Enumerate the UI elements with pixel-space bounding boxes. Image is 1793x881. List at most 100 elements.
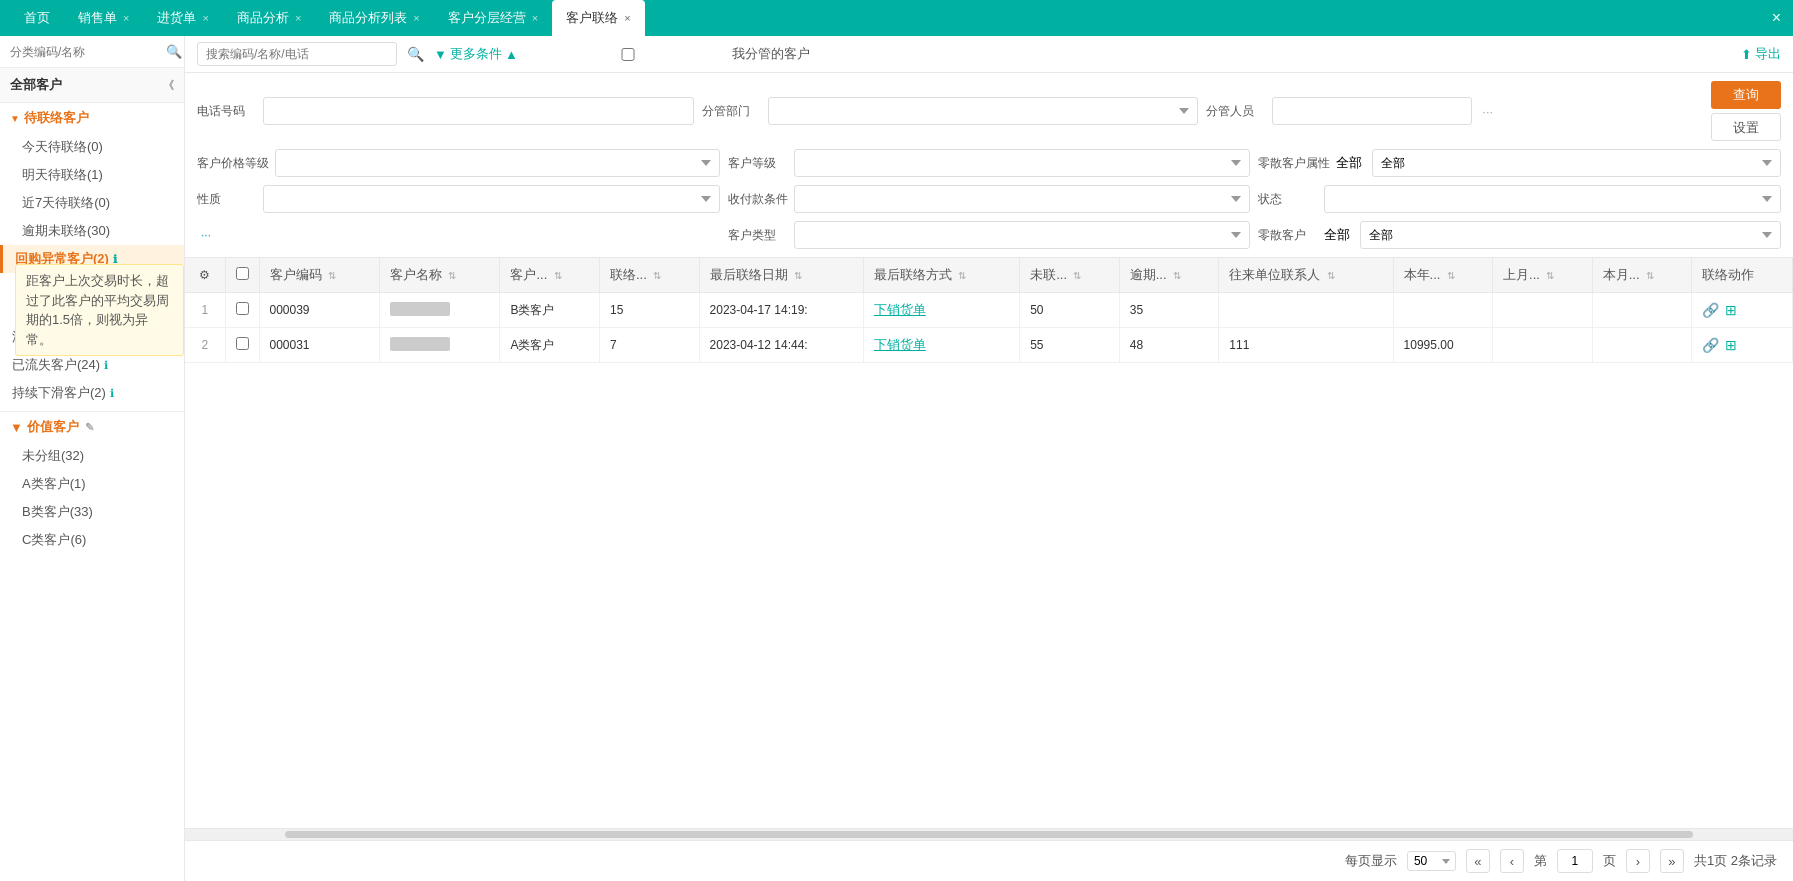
col-code: 客户编码 ⇅ bbox=[259, 258, 379, 293]
horizontal-scrollbar[interactable] bbox=[185, 828, 1793, 840]
row-level-1: B类客户 bbox=[500, 293, 600, 328]
row-method-2[interactable]: 下销货单 bbox=[863, 328, 1019, 363]
my-customers-checkbox[interactable] bbox=[528, 48, 728, 61]
nav-customer-tier[interactable]: 客户分层经营 × bbox=[434, 0, 552, 36]
data-table-container: ⚙ 客户编码 ⇅ 客户名称 ⇅ 客户... bbox=[185, 258, 1793, 828]
sidebar-item-today[interactable]: 今天待联络(0) bbox=[0, 133, 184, 161]
sidebar-search-input[interactable] bbox=[10, 45, 160, 59]
export-button[interactable]: ⬆ 导出 bbox=[1741, 45, 1781, 63]
value-customers-group[interactable]: ▼ 价值客户 ✎ bbox=[0, 411, 184, 442]
nature-select[interactable] bbox=[263, 185, 720, 213]
grid-action-icon-2[interactable]: ⊞ bbox=[1725, 337, 1737, 353]
nav-analysis-list[interactable]: 商品分析列表 × bbox=[315, 0, 433, 36]
col-action: 联络动作 bbox=[1692, 258, 1793, 293]
manager-input[interactable] bbox=[1272, 97, 1472, 125]
sort-overdue-icon[interactable]: ⇅ bbox=[1173, 270, 1181, 281]
sidebar-item-7days[interactable]: 近7天待联络(0) bbox=[0, 189, 184, 217]
payment-select[interactable] bbox=[794, 185, 1251, 213]
row-checkbox-2[interactable] bbox=[225, 328, 259, 363]
nav-sales[interactable]: 销售单 × bbox=[64, 0, 143, 36]
search-input[interactable] bbox=[197, 42, 397, 66]
col-contact-count: 联络... ⇅ bbox=[600, 258, 700, 293]
all-customers-header[interactable]: 全部客户 《 bbox=[0, 68, 184, 103]
nav-customer-tier-close[interactable]: × bbox=[532, 12, 538, 24]
select-all-checkbox[interactable] bbox=[236, 267, 249, 280]
price-level-select[interactable] bbox=[275, 149, 720, 177]
nav-customer-contact-label: 客户联络 bbox=[566, 9, 618, 27]
retail-attr-field: 零散客户属性 全部 全部 bbox=[1258, 149, 1781, 177]
sidebar-item-overdue[interactable]: 逾期未联络(30) bbox=[0, 217, 184, 245]
col-level: 客户... ⇅ bbox=[500, 258, 600, 293]
sort-last-month-icon[interactable]: ⇅ bbox=[1546, 270, 1554, 281]
dept-select[interactable] bbox=[768, 97, 1199, 125]
sidebar-search-icon[interactable]: 🔍 bbox=[166, 44, 182, 59]
more-conditions-button[interactable]: ▼ 更多条件 ▲ bbox=[434, 45, 518, 63]
sort-uncontacted-icon[interactable]: ⇅ bbox=[1073, 270, 1081, 281]
last-page-button[interactable]: » bbox=[1660, 849, 1684, 873]
sort-level-icon[interactable]: ⇅ bbox=[554, 270, 562, 281]
sort-contact-icon[interactable]: ⇅ bbox=[653, 270, 661, 281]
sort-company-icon[interactable]: ⇅ bbox=[1327, 270, 1335, 281]
query-button[interactable]: 查询 bbox=[1711, 81, 1781, 109]
nav-analysis[interactable]: 商品分析 × bbox=[223, 0, 315, 36]
row-action-1: 🔗 ⊞ bbox=[1692, 293, 1793, 328]
sort-name-icon[interactable]: ⇅ bbox=[448, 270, 456, 281]
method-link-2[interactable]: 下销货单 bbox=[874, 337, 926, 352]
pending-contact-group[interactable]: ▼ 待联络客户 bbox=[0, 103, 184, 133]
last-page-icon: » bbox=[1668, 854, 1675, 869]
retail-attr-select[interactable]: 全部 bbox=[1372, 149, 1781, 177]
sidebar-item-ungrouped[interactable]: 未分组(32) bbox=[0, 442, 184, 470]
next-page-button[interactable]: › bbox=[1626, 849, 1650, 873]
phone-input[interactable] bbox=[263, 97, 694, 125]
customer-level-select[interactable] bbox=[794, 149, 1251, 177]
method-link-1[interactable]: 下销货单 bbox=[874, 302, 926, 317]
sort-method-icon[interactable]: ⇅ bbox=[958, 270, 966, 281]
nav-sales-close[interactable]: × bbox=[123, 12, 129, 24]
manager-more-icon[interactable]: ··· bbox=[1482, 104, 1493, 119]
declining-icon[interactable]: ℹ bbox=[110, 387, 114, 400]
row-1-checkbox[interactable] bbox=[236, 302, 249, 315]
sidebar-item-c-class[interactable]: C类客户(6) bbox=[0, 526, 184, 554]
link-action-icon-2[interactable]: 🔗 bbox=[1702, 337, 1719, 353]
first-page-button[interactable]: « bbox=[1466, 849, 1490, 873]
sidebar-item-b-class[interactable]: B类客户(33) bbox=[0, 498, 184, 526]
status-select[interactable] bbox=[1324, 185, 1781, 213]
sort-code-icon[interactable]: ⇅ bbox=[328, 270, 336, 281]
col-settings[interactable]: ⚙ bbox=[185, 258, 225, 293]
churned-icon[interactable]: ℹ bbox=[104, 359, 108, 372]
window-close-button[interactable]: × bbox=[1772, 9, 1781, 27]
nav-analysis-close[interactable]: × bbox=[295, 12, 301, 24]
row-last-month-2 bbox=[1493, 328, 1593, 363]
nav-home[interactable]: 首页 bbox=[10, 0, 64, 36]
row-2-checkbox[interactable] bbox=[236, 337, 249, 350]
nav-purchase-close[interactable]: × bbox=[202, 12, 208, 24]
sidebar-item-declining[interactable]: 持续下滑客户(2) ℹ bbox=[0, 379, 184, 407]
nav-purchase[interactable]: 进货单 × bbox=[143, 0, 222, 36]
row-method-1[interactable]: 下销货单 bbox=[863, 293, 1019, 328]
nav-customer-contact[interactable]: 客户联络 × bbox=[552, 0, 644, 36]
settings-button[interactable]: 设置 bbox=[1711, 113, 1781, 141]
col-last-contact-date: 最后联络日期 ⇅ bbox=[699, 258, 863, 293]
action-buttons: 查询 设置 bbox=[1711, 81, 1781, 141]
nav-analysis-list-close[interactable]: × bbox=[413, 12, 419, 24]
customer-type-select[interactable] bbox=[794, 221, 1251, 249]
grid-action-icon-1[interactable]: ⊞ bbox=[1725, 302, 1737, 318]
per-page-select[interactable]: 50 100 200 bbox=[1407, 851, 1456, 871]
sidebar-item-a-class[interactable]: A类客户(1) bbox=[0, 470, 184, 498]
search-button[interactable]: 🔍 bbox=[407, 46, 424, 62]
filter-more-button[interactable]: ··· bbox=[201, 228, 211, 242]
scrollbar-thumb[interactable] bbox=[285, 831, 1693, 838]
sort-year-icon[interactable]: ⇅ bbox=[1447, 270, 1455, 281]
page-input[interactable] bbox=[1557, 849, 1593, 873]
sort-this-month-icon[interactable]: ⇅ bbox=[1646, 270, 1654, 281]
prev-page-button[interactable]: ‹ bbox=[1500, 849, 1524, 873]
row-checkbox-1[interactable] bbox=[225, 293, 259, 328]
sort-date-icon[interactable]: ⇅ bbox=[794, 270, 802, 281]
col-checkbox[interactable] bbox=[225, 258, 259, 293]
first-page-icon: « bbox=[1474, 854, 1481, 869]
sidebar-item-tomorrow[interactable]: 明天待联络(1) bbox=[0, 161, 184, 189]
link-action-icon-1[interactable]: 🔗 bbox=[1702, 302, 1719, 318]
retail-customer-select[interactable]: 全部 bbox=[1360, 221, 1781, 249]
nav-customer-contact-close[interactable]: × bbox=[624, 12, 630, 24]
my-customers-filter[interactable]: 我分管的客户 bbox=[528, 45, 810, 63]
